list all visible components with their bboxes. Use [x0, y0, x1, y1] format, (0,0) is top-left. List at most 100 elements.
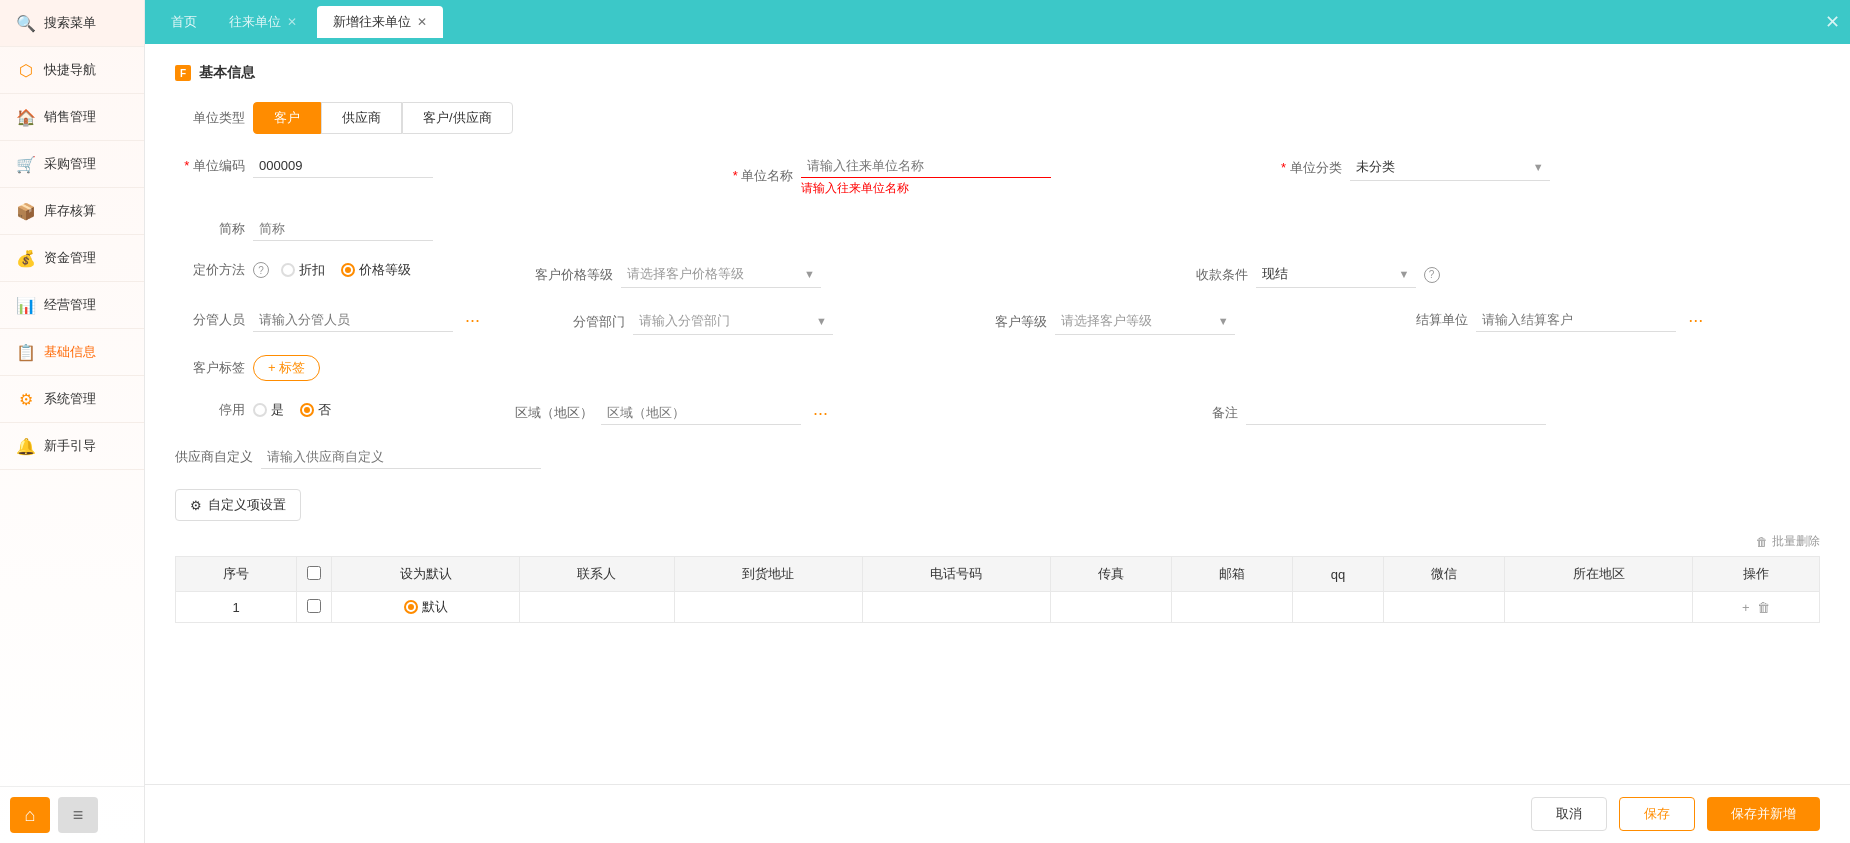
tab-contacts-close[interactable]: ✕: [287, 16, 297, 28]
save-new-button[interactable]: 保存并新增: [1707, 797, 1820, 831]
sidebar-item-purchase[interactable]: 🛒 采购管理: [0, 141, 144, 188]
disabled-label: 停用: [175, 401, 245, 419]
manager-label: 分管人员: [175, 311, 245, 329]
payment-arrow-icon: ▼: [1399, 268, 1410, 280]
remarks-input[interactable]: [1246, 401, 1546, 425]
sidebar-item-label: 经营管理: [44, 296, 96, 314]
sidebar-item-search[interactable]: 🔍 搜索菜单: [0, 0, 144, 47]
sidebar-item-beginner[interactable]: 🔔 新手引导: [0, 423, 144, 470]
row-qq: [1292, 592, 1383, 623]
unit-type-buttons: 客户 供应商 客户/供应商: [253, 102, 513, 134]
department-select[interactable]: 请输入分管部门 ▼: [633, 308, 833, 335]
col-region: 所在地区: [1505, 557, 1693, 592]
tab-contacts[interactable]: 往来单位 ✕: [213, 6, 313, 38]
type-btn-both[interactable]: 客户/供应商: [402, 102, 513, 134]
disabled-row: 停用 是 否 区域（地区） ···: [175, 401, 1820, 425]
sales-icon: 🏠: [16, 107, 36, 127]
sidebar-home-btn[interactable]: ⌂: [10, 797, 50, 833]
disabled-radio-no[interactable]: 否: [300, 401, 331, 419]
tab-new-contact-close[interactable]: ✕: [417, 16, 427, 28]
row-address: [674, 592, 862, 623]
pricing-radio-level[interactable]: 价格等级: [341, 261, 411, 279]
region-input[interactable]: [601, 401, 801, 425]
sidebar-item-basicinfo[interactable]: 📋 基础信息: [0, 329, 144, 376]
disabled-radio-yes[interactable]: 是: [253, 401, 284, 419]
purchase-icon: 🛒: [16, 154, 36, 174]
sidebar-item-quicknav[interactable]: ⬡ 快捷导航: [0, 47, 144, 94]
sidebar-extra-btn[interactable]: ≡: [58, 797, 98, 833]
manager-input[interactable]: [253, 308, 453, 332]
row-delete-icon[interactable]: 🗑: [1757, 600, 1770, 615]
category-arrow-icon: ▼: [1533, 161, 1544, 173]
col-address: 到货地址: [674, 557, 862, 592]
col-default: 设为默认: [332, 557, 520, 592]
region-label: 区域（地区）: [515, 404, 593, 422]
add-tag-button[interactable]: + 标签: [253, 355, 320, 381]
sidebar-item-label: 库存核算: [44, 202, 96, 220]
unit-name-input[interactable]: [801, 154, 1051, 178]
unit-code-input[interactable]: [253, 154, 433, 178]
col-contact: 联系人: [520, 557, 675, 592]
row-email: [1171, 592, 1292, 623]
batch-delete-area: 🗑 批量删除: [175, 533, 1820, 550]
pricing-question-icon[interactable]: ?: [253, 262, 269, 278]
sidebar-item-label: 基础信息: [44, 343, 96, 361]
short-name-input[interactable]: [253, 217, 433, 241]
customer-tag-row: 客户标签 + 标签: [175, 355, 1820, 381]
unit-fields-row: 单位编码 单位名称 请输入往来单位名称 单位分类 未分类 ▼: [175, 154, 1820, 197]
type-btn-supplier[interactable]: 供应商: [321, 102, 402, 134]
pricing-radio-group: 折扣 价格等级: [281, 261, 411, 279]
unit-name-group: 单位名称 请输入往来单位名称: [723, 154, 1271, 197]
sidebar-item-finance[interactable]: 💰 资金管理: [0, 235, 144, 282]
tab-home[interactable]: 首页: [155, 13, 213, 31]
section-header: F 基本信息: [175, 64, 1820, 82]
header-checkbox[interactable]: [307, 566, 321, 580]
payment-terms-group: 收款条件 现结 ▼ ?: [1178, 261, 1821, 288]
settlement-more-icon[interactable]: ···: [1684, 310, 1707, 331]
level-radio-circle: [341, 263, 355, 277]
customer-price-select[interactable]: 请选择客户价格等级 ▼: [621, 261, 821, 288]
type-btn-customer[interactable]: 客户: [253, 102, 321, 134]
col-fax: 传真: [1050, 557, 1171, 592]
row-checkbox[interactable]: [307, 599, 321, 613]
customer-level-group: 客户等级 请选择客户等级 ▼: [977, 308, 1399, 335]
no-radio-circle: [300, 403, 314, 417]
pricing-radio-discount[interactable]: 折扣: [281, 261, 325, 279]
sidebar-item-label: 销售管理: [44, 108, 96, 126]
row-add-icon[interactable]: +: [1742, 600, 1750, 615]
cancel-button[interactable]: 取消: [1531, 797, 1607, 831]
settlement-input[interactable]: [1476, 308, 1676, 332]
unit-type-row: 单位类型 客户 供应商 客户/供应商: [175, 102, 1820, 134]
payment-question-icon[interactable]: ?: [1424, 267, 1440, 283]
sidebar-item-inventory[interactable]: 📦 库存核算: [0, 188, 144, 235]
settlement-label: 结算单位: [1398, 311, 1468, 329]
region-more-icon[interactable]: ···: [809, 403, 832, 424]
sidebar-item-operations[interactable]: 📊 经营管理: [0, 282, 144, 329]
system-icon: ⚙: [16, 389, 36, 409]
payment-terms-select[interactable]: 现结 ▼: [1256, 261, 1416, 288]
unit-category-select[interactable]: 未分类 ▼: [1350, 154, 1550, 181]
row-default-radio[interactable]: 默认: [342, 598, 509, 616]
row-contact: [520, 592, 675, 623]
sidebar-item-sales[interactable]: 🏠 销售管理: [0, 94, 144, 141]
sidebar: 🔍 搜索菜单 ⬡ 快捷导航 🏠 销售管理 🛒 采购管理 📦 库存核算 💰 资金管…: [0, 0, 145, 843]
sidebar-item-label: 快捷导航: [44, 61, 96, 79]
unit-type-label: 单位类型: [175, 109, 245, 127]
sidebar-item-label: 资金管理: [44, 249, 96, 267]
col-qq: qq: [1292, 557, 1383, 592]
customer-level-select[interactable]: 请选择客户等级 ▼: [1055, 308, 1235, 335]
main-area: 首页 往来单位 ✕ 新增往来单位 ✕ ✕ F 基本信息 单位类型 客户 供应商 …: [145, 0, 1850, 843]
tab-new-contact[interactable]: 新增往来单位 ✕: [317, 6, 443, 38]
save-button[interactable]: 保存: [1619, 797, 1695, 831]
contacts-table: 序号 设为默认 联系人 到货地址 电话号码 传真 邮箱 qq 微信 所在地区 操…: [175, 556, 1820, 623]
sidebar-item-system[interactable]: ⚙ 系统管理: [0, 376, 144, 423]
row-no: 1: [176, 592, 297, 623]
bottom-bar: 取消 保存 保存并新增: [145, 784, 1850, 843]
window-close-icon[interactable]: ✕: [1825, 11, 1840, 33]
manager-more-icon[interactable]: ···: [461, 310, 484, 331]
department-group: 分管部门 请输入分管部门 ▼: [555, 308, 977, 335]
supplier-custom-input[interactable]: [261, 445, 541, 469]
row-phone: [862, 592, 1050, 623]
custom-settings-button[interactable]: ⚙ 自定义项设置: [175, 489, 301, 521]
batch-delete-button[interactable]: 🗑 批量删除: [1756, 533, 1820, 550]
